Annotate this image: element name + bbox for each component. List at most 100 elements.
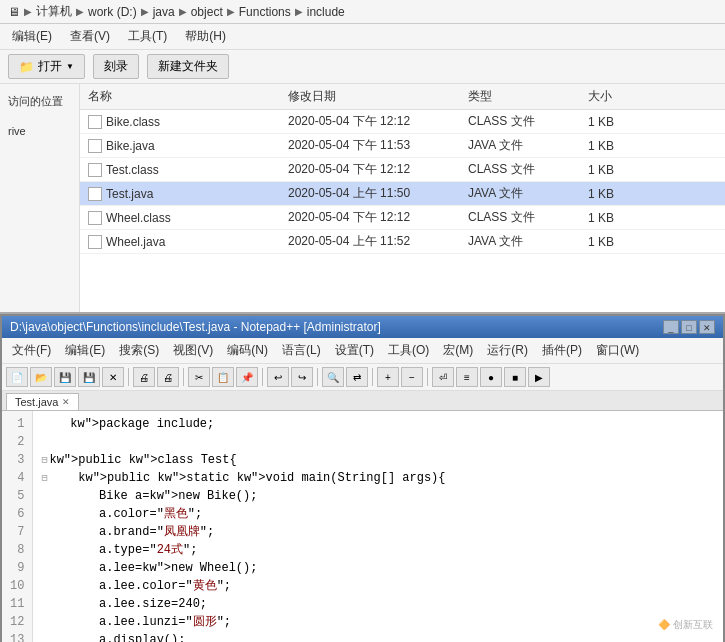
np-menu-settings[interactable]: 设置(T) bbox=[329, 340, 380, 361]
notepad-window: D:\java\object\Functions\include\Test.ja… bbox=[0, 314, 725, 642]
notepad-section: D:\java\object\Functions\include\Test.ja… bbox=[0, 314, 725, 642]
watermark: 🔶 创新互联 bbox=[654, 616, 717, 634]
file-size: 1 KB bbox=[588, 211, 668, 225]
header-name[interactable]: 名称 bbox=[88, 88, 288, 105]
file-name-cell: Bike.java bbox=[88, 139, 288, 153]
file-type: CLASS 文件 bbox=[468, 209, 588, 226]
fold-marker[interactable]: ⊟ bbox=[41, 473, 47, 484]
np-close-btn[interactable]: ✕ bbox=[102, 367, 124, 387]
file-name-text: Test.class bbox=[106, 163, 159, 177]
explorer-container: 访问的位置 rive 名称 修改日期 类型 大小 Bike.class 2020… bbox=[0, 84, 725, 314]
table-row[interactable]: Test.class 2020-05-04 下午 12:12 CLASS 文件 … bbox=[80, 158, 725, 182]
np-replace-btn[interactable]: ⇄ bbox=[346, 367, 368, 387]
left-panel-item-0[interactable]: 访问的位置 bbox=[4, 92, 75, 111]
np-menu-tools[interactable]: 工具(O) bbox=[382, 340, 435, 361]
breadcrumb-item-5[interactable]: include bbox=[307, 5, 345, 19]
np-sep-2 bbox=[183, 368, 184, 386]
np-new-btn[interactable]: 📄 bbox=[6, 367, 28, 387]
code-area[interactable]: kw">package include; ⊟kw">public kw">cla… bbox=[33, 411, 723, 642]
line-number: 5 bbox=[6, 487, 28, 505]
np-menu-file[interactable]: 文件(F) bbox=[6, 340, 57, 361]
np-wrap-btn[interactable]: ⏎ bbox=[432, 367, 454, 387]
menu-help[interactable]: 帮助(H) bbox=[177, 26, 234, 47]
np-zoom-in-btn[interactable]: + bbox=[377, 367, 399, 387]
tab-close-icon[interactable]: ✕ bbox=[62, 397, 70, 407]
titlebar-buttons: _ □ ✕ bbox=[663, 320, 715, 334]
np-save-btn[interactable]: 💾 bbox=[54, 367, 76, 387]
table-row[interactable]: Bike.class 2020-05-04 下午 12:12 CLASS 文件 … bbox=[80, 110, 725, 134]
folder-icon: 📁 bbox=[19, 60, 34, 74]
np-cut-btn[interactable]: ✂ bbox=[188, 367, 210, 387]
file-icon bbox=[88, 163, 102, 177]
np-paste-btn[interactable]: 📌 bbox=[236, 367, 258, 387]
fold-marker[interactable]: ⊟ bbox=[41, 455, 47, 466]
code-line: a.type="24式"; bbox=[41, 541, 715, 559]
file-size: 1 KB bbox=[588, 235, 668, 249]
np-undo-btn[interactable]: ↩ bbox=[267, 367, 289, 387]
file-date: 2020-05-04 下午 12:12 bbox=[288, 161, 468, 178]
np-menu-search[interactable]: 搜索(S) bbox=[113, 340, 165, 361]
np-menu-window[interactable]: 窗口(W) bbox=[590, 340, 645, 361]
np-find-btn[interactable]: 🔍 bbox=[322, 367, 344, 387]
header-date[interactable]: 修改日期 bbox=[288, 88, 468, 105]
np-saveall-btn[interactable]: 💾 bbox=[78, 367, 100, 387]
breadcrumb-item-3[interactable]: object bbox=[191, 5, 223, 19]
np-indent-btn[interactable]: ≡ bbox=[456, 367, 478, 387]
np-copy-btn[interactable]: 📋 bbox=[212, 367, 234, 387]
open-button[interactable]: 📁 打开 ▼ bbox=[8, 54, 85, 79]
breadcrumb-item-1[interactable]: work (D:) bbox=[88, 5, 137, 19]
file-name-cell: Test.class bbox=[88, 163, 288, 177]
burn-button[interactable]: 刻录 bbox=[93, 54, 139, 79]
np-sep-4 bbox=[317, 368, 318, 386]
explorer-menubar: 编辑(E) 查看(V) 工具(T) 帮助(H) bbox=[0, 24, 725, 50]
np-menu-encode[interactable]: 编码(N) bbox=[221, 340, 274, 361]
tab-test-java[interactable]: Test.java ✕ bbox=[6, 393, 79, 410]
header-type[interactable]: 类型 bbox=[468, 88, 588, 105]
np-menu-macro[interactable]: 宏(M) bbox=[437, 340, 479, 361]
np-redo-btn[interactable]: ↪ bbox=[291, 367, 313, 387]
file-date: 2020-05-04 下午 12:12 bbox=[288, 113, 468, 130]
table-row[interactable]: Wheel.class 2020-05-04 下午 12:12 CLASS 文件… bbox=[80, 206, 725, 230]
file-name-cell: Test.java bbox=[88, 187, 288, 201]
line-number: 9 bbox=[6, 559, 28, 577]
minimize-button[interactable]: _ bbox=[663, 320, 679, 334]
code-container[interactable]: 123456789101112131415 kw">package includ… bbox=[2, 411, 723, 642]
breadcrumb-item-2[interactable]: java bbox=[153, 5, 175, 19]
np-menu-edit[interactable]: 编辑(E) bbox=[59, 340, 111, 361]
file-icon bbox=[88, 187, 102, 201]
breadcrumb-item-0[interactable]: 计算机 bbox=[36, 3, 72, 20]
menu-tools[interactable]: 工具(T) bbox=[120, 26, 175, 47]
file-date: 2020-05-04 下午 12:12 bbox=[288, 209, 468, 226]
np-macro-btn[interactable]: ● bbox=[480, 367, 502, 387]
breadcrumb-arrow-2: ▶ bbox=[141, 6, 149, 17]
file-size: 1 KB bbox=[588, 187, 668, 201]
np-menu-plugins[interactable]: 插件(P) bbox=[536, 340, 588, 361]
menu-edit[interactable]: 编辑(E) bbox=[4, 26, 60, 47]
np-macro2-btn[interactable]: ■ bbox=[504, 367, 526, 387]
close-button[interactable]: ✕ bbox=[699, 320, 715, 334]
file-date: 2020-05-04 上午 11:50 bbox=[288, 185, 468, 202]
code-line: a.lee.color="黄色"; bbox=[41, 577, 715, 595]
np-open-btn[interactable]: 📂 bbox=[30, 367, 52, 387]
file-size: 1 KB bbox=[588, 163, 668, 177]
left-panel-item-1[interactable]: rive bbox=[4, 123, 75, 139]
np-menu-run[interactable]: 运行(R) bbox=[481, 340, 534, 361]
maximize-button[interactable]: □ bbox=[681, 320, 697, 334]
np-menu-lang[interactable]: 语言(L) bbox=[276, 340, 327, 361]
np-menu-view[interactable]: 视图(V) bbox=[167, 340, 219, 361]
np-run-btn[interactable]: ▶ bbox=[528, 367, 550, 387]
header-size[interactable]: 大小 bbox=[588, 88, 668, 105]
left-panel: 访问的位置 rive bbox=[0, 84, 80, 312]
table-row[interactable]: Bike.java 2020-05-04 下午 11:53 JAVA 文件 1 … bbox=[80, 134, 725, 158]
np-print2-btn[interactable]: 🖨 bbox=[157, 367, 179, 387]
np-zoom-out-btn[interactable]: − bbox=[401, 367, 423, 387]
new-folder-button[interactable]: 新建文件夹 bbox=[147, 54, 229, 79]
np-print-btn[interactable]: 🖨 bbox=[133, 367, 155, 387]
file-icon bbox=[88, 139, 102, 153]
table-row[interactable]: Test.java 2020-05-04 上午 11:50 JAVA 文件 1 … bbox=[80, 182, 725, 206]
breadcrumb-item-4[interactable]: Functions bbox=[239, 5, 291, 19]
table-row[interactable]: Wheel.java 2020-05-04 上午 11:52 JAVA 文件 1… bbox=[80, 230, 725, 254]
file-icon bbox=[88, 211, 102, 225]
watermark-text: 创新互联 bbox=[673, 619, 713, 630]
menu-view[interactable]: 查看(V) bbox=[62, 26, 118, 47]
